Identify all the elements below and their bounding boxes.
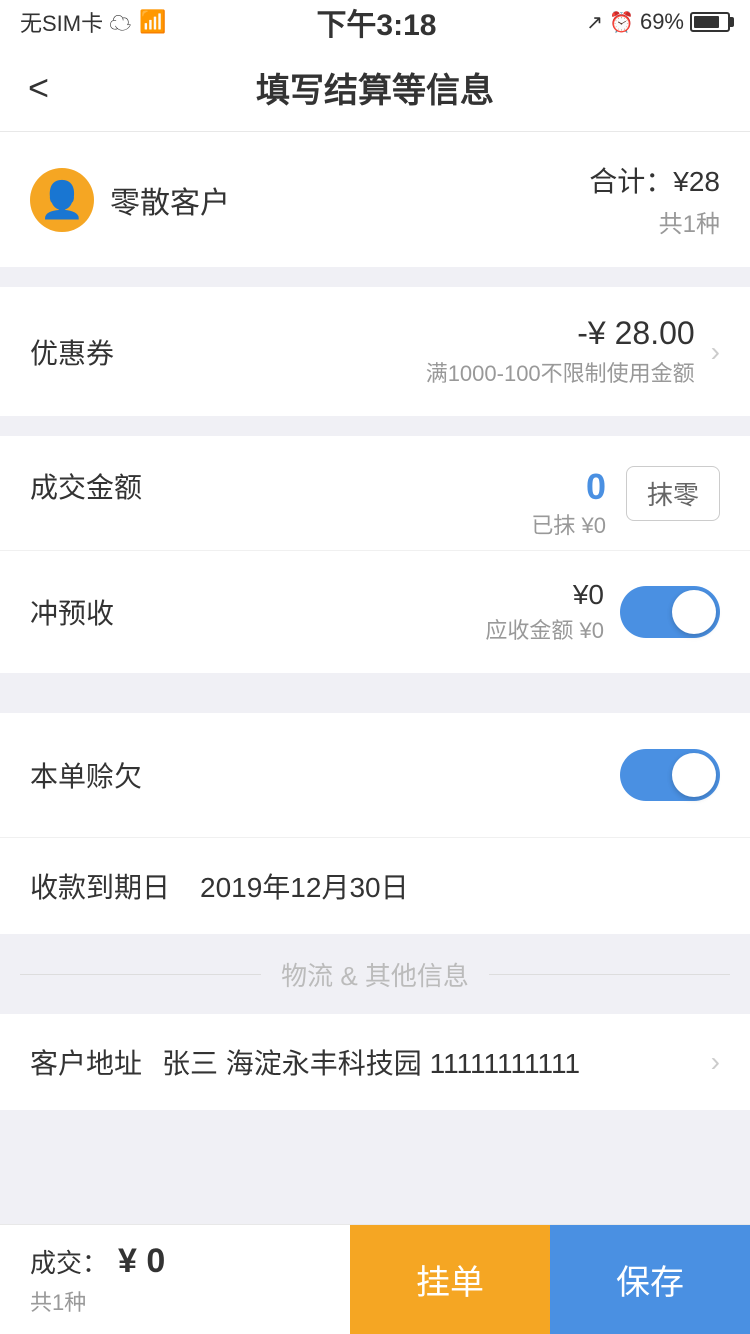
bottom-count: 共1种 <box>30 1285 320 1317</box>
back-button[interactable]: < <box>28 67 49 109</box>
bottom-deal-amount: ¥ 0 <box>118 1242 165 1281</box>
address-chevron-icon: › <box>711 1046 720 1078</box>
bottom-deal: 成交： ¥ 0 <box>30 1242 320 1281</box>
coupon-section: 优惠券 -¥ 28.00 满1000-100不限制使用金额 › <box>0 287 750 416</box>
coupon-value-area: -¥ 28.00 满1000-100不限制使用金额 › <box>150 315 720 388</box>
pre-receive-row: 冲预收 ¥0 应收金额 ¥0 <box>0 551 750 673</box>
customer-total: 合计：¥28 <box>589 160 720 200</box>
due-date-label: 收款到期日 <box>30 866 170 906</box>
nav-bar: < 填写结算等信息 <box>0 44 750 132</box>
due-date-row: 收款到期日 2019年12月30日 <box>0 837 750 934</box>
location-icon: ↗ <box>586 10 603 35</box>
transaction-value[interactable]: 0 <box>531 466 606 508</box>
bottom-bar: 成交： ¥ 0 共1种 挂单 保存 <box>0 1224 750 1334</box>
bottom-deal-label: 成交： <box>30 1243 108 1280</box>
customer-left: 👤 零散客户 <box>30 168 230 232</box>
divider-3 <box>0 673 750 693</box>
due-date-value[interactable]: 2019年12月30日 <box>200 866 409 906</box>
customer-section: 👤 零散客户 合计：¥28 共1种 <box>0 132 750 267</box>
debt-toggle-knob <box>672 753 716 797</box>
transaction-section: 成交金额 0 已抹 ¥0 抹零 冲预收 ¥0 应收金额 ¥0 <box>0 436 750 673</box>
status-left: 无SIM卡 ☁ 📶 <box>20 6 167 38</box>
coupon-discount: -¥ 28.00 <box>426 315 695 352</box>
hang-btn-label: 挂单 <box>416 1255 484 1304</box>
round-zero-button[interactable]: 抹零 <box>626 466 720 521</box>
alarm-icon: ⏰ <box>609 10 634 35</box>
address-row[interactable]: 客户地址 张三 海淀永丰科技园 11111111111 › <box>0 1014 750 1110</box>
pre-receive-receivable: 应收金额 ¥0 <box>485 613 604 645</box>
transaction-right: 0 已抹 ¥0 抹零 <box>531 466 720 540</box>
wifi-icon: 📶 <box>139 9 166 35</box>
save-btn-label: 保存 <box>616 1255 684 1304</box>
coupon-row[interactable]: 优惠券 -¥ 28.00 满1000-100不限制使用金额 › <box>0 287 750 416</box>
debt-toggle[interactable] <box>620 749 720 801</box>
divider-2 <box>0 416 750 436</box>
amount-col: 0 已抹 ¥0 <box>531 466 606 540</box>
transaction-amount-row: 成交金额 0 已抹 ¥0 抹零 <box>0 436 750 551</box>
page-title: 填写结算等信息 <box>256 63 494 112</box>
customer-row: 👤 零散客户 合计：¥28 共1种 <box>0 132 750 267</box>
customer-right: 合计：¥28 共1种 <box>589 160 720 239</box>
customer-count: 共1种 <box>589 204 720 239</box>
no-sim-text: 无SIM卡 ☁ <box>20 6 131 38</box>
coupon-desc: 满1000-100不限制使用金额 <box>426 356 695 388</box>
address-section: 客户地址 张三 海淀永丰科技园 11111111111 › <box>0 1014 750 1110</box>
already-rounded: 已抹 ¥0 <box>531 508 606 540</box>
battery-icon <box>690 12 730 32</box>
pre-receive-toggle[interactable] <box>620 586 720 638</box>
avatar-icon: 👤 <box>40 179 85 221</box>
logistics-line-left <box>20 974 261 975</box>
content-area: 👤 零散客户 合计：¥28 共1种 优惠券 -¥ 28.00 满1000-100… <box>0 132 750 1230</box>
debt-row: 本单赊欠 <box>0 713 750 837</box>
pre-receive-col: ¥0 应收金额 ¥0 <box>485 579 604 645</box>
bottom-info: 成交： ¥ 0 共1种 <box>0 1242 350 1317</box>
toggle-knob <box>672 590 716 634</box>
coupon-label: 优惠券 <box>30 332 150 372</box>
logistics-divider: 物流 & 其他信息 <box>0 934 750 1014</box>
status-right: ↗ ⏰ 69% <box>586 9 730 35</box>
coupon-chevron-icon: › <box>711 336 720 368</box>
debt-section: 本单赊欠 收款到期日 2019年12月30日 <box>0 713 750 934</box>
address-label: 客户地址 <box>30 1042 142 1082</box>
pre-receive-amount: ¥0 <box>485 579 604 611</box>
status-bar: 无SIM卡 ☁ 📶 下午3:18 ↗ ⏰ 69% <box>0 0 750 44</box>
coupon-value-col: -¥ 28.00 满1000-100不限制使用金额 <box>426 315 695 388</box>
status-time: 下午3:18 <box>316 0 436 44</box>
pre-receive-label: 冲预收 <box>30 592 150 632</box>
save-button[interactable]: 保存 <box>550 1225 750 1334</box>
avatar: 👤 <box>30 168 94 232</box>
pre-receive-value-area: ¥0 应收金额 ¥0 <box>150 579 720 645</box>
logistics-line-right <box>489 974 730 975</box>
transaction-label: 成交金额 <box>30 466 150 506</box>
customer-name: 零散客户 <box>110 178 230 222</box>
divider-1 <box>0 267 750 287</box>
battery-percent: 69% <box>640 9 684 35</box>
logistics-text: 物流 & 其他信息 <box>281 956 469 993</box>
debt-label: 本单赊欠 <box>30 755 142 795</box>
hang-button[interactable]: 挂单 <box>350 1225 550 1334</box>
address-value: 张三 海淀永丰科技园 11111111111 <box>162 1042 691 1082</box>
